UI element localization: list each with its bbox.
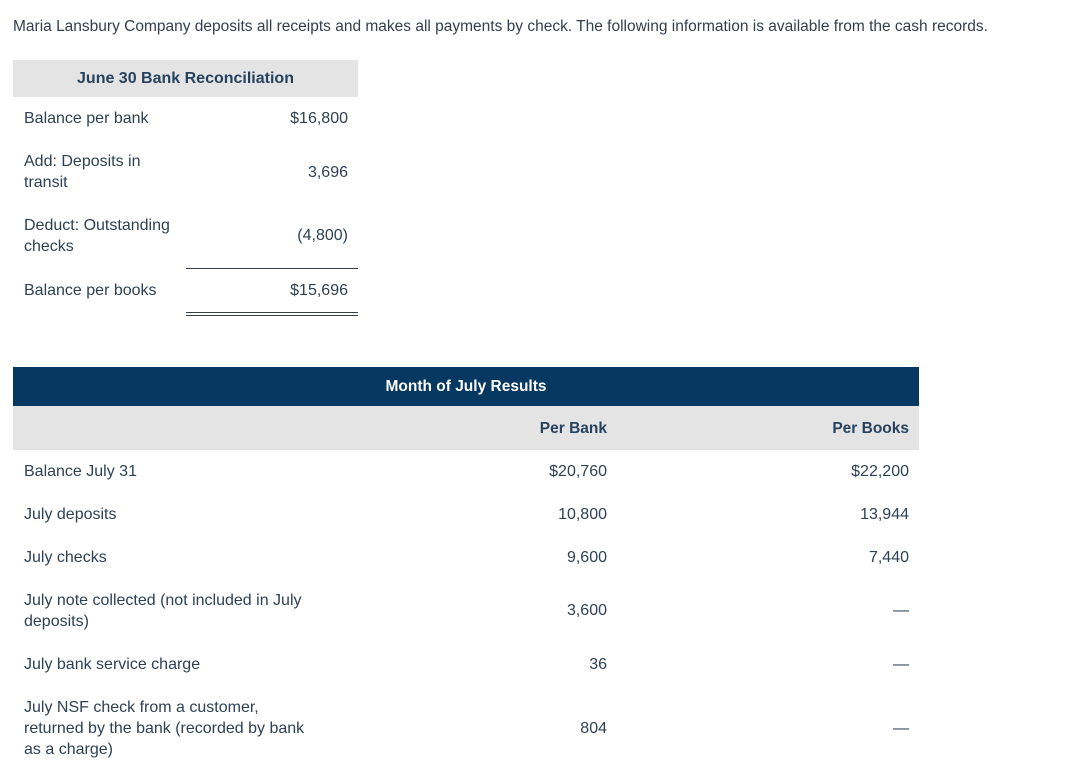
per-books-value: 13,944	[860, 505, 909, 523]
june-table-header-row: June 30 Bank Reconciliation	[13, 60, 358, 97]
june-table-title: June 30 Bank Reconciliation	[13, 60, 358, 97]
per-bank-value: 36	[589, 655, 607, 673]
row-label: Add: Deposits in transit	[24, 153, 141, 191]
column-header-per-bank: Per Bank	[315, 405, 617, 450]
problem-statement: Maria Lansbury Company deposits all rece…	[13, 18, 988, 35]
row-value: $16,800	[290, 110, 348, 127]
empty-header-cell	[13, 405, 315, 450]
table-row: July checks 9,600 7,440	[13, 536, 919, 579]
per-bank-value: 804	[580, 719, 607, 737]
row-label: Balance per books	[24, 282, 157, 300]
row-label: July checks	[24, 548, 107, 566]
row-value: (4,800)	[185, 204, 358, 269]
july-table-title: Month of July Results	[13, 366, 919, 406]
row-label: July bank service charge	[24, 655, 201, 673]
table-row: Balance per books $15,696	[13, 268, 358, 316]
row-label: July note collected (not included in Jul…	[24, 591, 302, 630]
table-row: Balance July 31 $20,760 $22,200	[13, 450, 919, 493]
per-bank-value: 10,800	[558, 505, 607, 523]
table-row: July note collected (not included in Jul…	[13, 579, 919, 643]
table-row: Balance per bank $16,800	[13, 97, 358, 140]
per-books-value: —	[893, 602, 909, 619]
per-books-value: $22,200	[851, 462, 909, 480]
row-label: Balance July 31	[24, 462, 137, 480]
table-row: July bank service charge 36 —	[13, 643, 919, 686]
problem-content: Maria Lansbury Company deposits all rece…	[13, 11, 1056, 771]
per-books-value: 7,440	[868, 548, 909, 566]
per-bank-value: $20,760	[549, 462, 607, 480]
per-books-value: —	[893, 655, 909, 673]
per-books-value: —	[893, 719, 909, 737]
july-table-title-row: Month of July Results	[13, 366, 919, 406]
row-label: July NSF check from a customer, returned…	[24, 698, 305, 758]
table-row: July NSF check from a customer, returned…	[13, 686, 919, 771]
july-table-column-header-row: Per Bank Per Books	[13, 405, 919, 450]
row-value: $15,696	[185, 268, 358, 316]
table-row: July deposits 10,800 13,944	[13, 493, 919, 536]
row-label: Balance per bank	[24, 110, 149, 127]
row-label: July deposits	[24, 505, 117, 523]
table-row: Deduct: Outstanding checks (4,800)	[13, 204, 358, 269]
june-reconciliation-table: June 30 Bank Reconciliation Balance per …	[13, 60, 358, 316]
per-bank-value: 3,600	[566, 602, 607, 619]
row-value: 3,696	[307, 163, 348, 181]
per-bank-value: 9,600	[566, 548, 607, 566]
table-row: Add: Deposits in transit 3,696	[13, 140, 358, 204]
july-results-table: Month of July Results Per Bank Per Books…	[13, 366, 919, 771]
row-label: Deduct: Outstanding checks	[24, 217, 170, 255]
column-header-per-books: Per Books	[617, 405, 919, 450]
